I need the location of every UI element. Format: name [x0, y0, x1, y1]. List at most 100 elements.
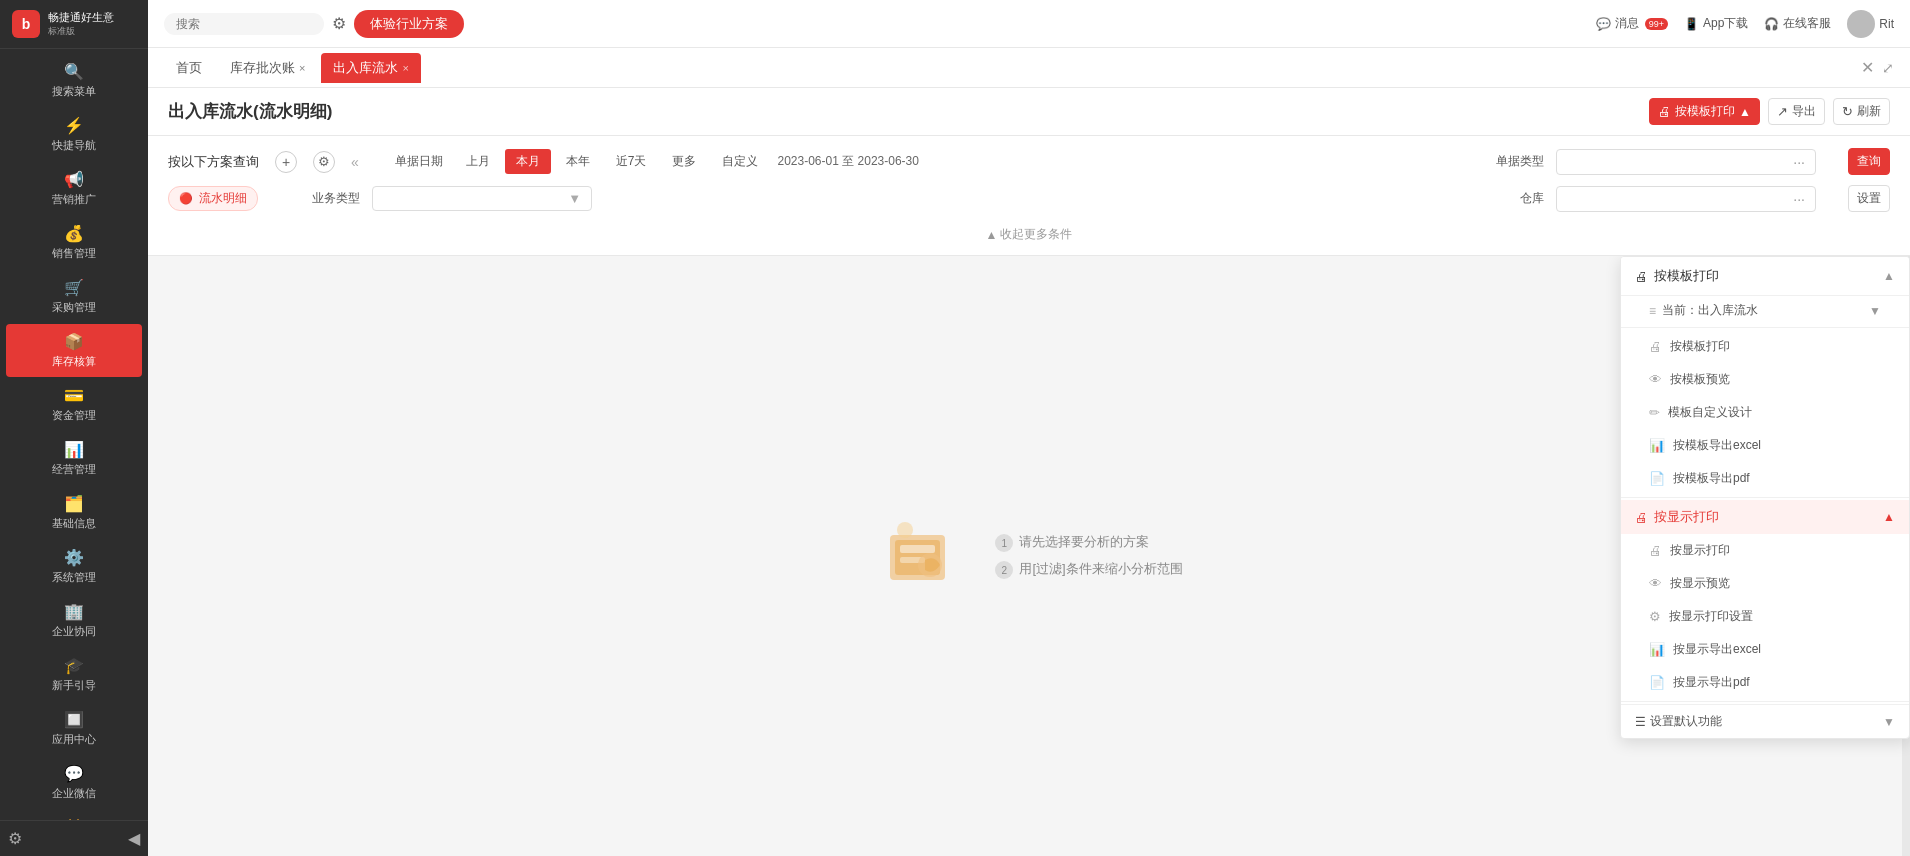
tabs-close-all-icon[interactable]: ✕: [1861, 58, 1874, 77]
dropdown-item-template-preview[interactable]: 👁 按模板预览: [1621, 363, 1909, 396]
gear-icon[interactable]: ⚙: [332, 14, 346, 33]
sidebar-item-enterprise[interactable]: 🏢 企业协同: [6, 594, 142, 647]
sidebar-item-quick-nav[interactable]: ⚡ 快捷导航: [6, 108, 142, 161]
warehouse-select[interactable]: ···: [1556, 186, 1816, 212]
sidebar-item-vip[interactable]: 👑 畅会员: [6, 810, 142, 820]
inventory-icon: 📦: [64, 332, 84, 351]
filter-add-button[interactable]: +: [275, 151, 297, 173]
template-print-button[interactable]: 🖨 按模板打印 ▲: [1649, 98, 1760, 125]
sidebar-item-guide[interactable]: 🎓 新手引导: [6, 648, 142, 701]
template-preview-item-label: 按模板预览: [1670, 371, 1730, 388]
sidebar-item-search[interactable]: 🔍 搜索菜单: [6, 54, 142, 107]
empty-state: 1 请先选择要分析的方案 2 用[过滤]条件来缩小分析范围: [995, 533, 1182, 579]
print-icon-header: 🖨: [1635, 269, 1648, 284]
app-download-button[interactable]: 📱 App下载: [1684, 15, 1748, 32]
collapse-icon[interactable]: ◀: [128, 829, 140, 848]
export-button[interactable]: ↗ 导出: [1768, 98, 1825, 125]
design-icon: ✏: [1649, 405, 1660, 420]
filter-settings-button[interactable]: ⚙: [313, 151, 335, 173]
tab-flow-detail-close[interactable]: ×: [402, 62, 408, 74]
topbar-search-wrap[interactable]: [164, 13, 324, 35]
export-icon: ↗: [1777, 104, 1788, 119]
sidebar-item-finance[interactable]: 💳 资金管理: [6, 378, 142, 431]
chevron-up-small-icon: ▲: [986, 228, 998, 242]
current-icon: ≡: [1649, 304, 1656, 318]
date-tag-last-month[interactable]: 上月: [455, 149, 501, 174]
tab-home-label: 首页: [176, 59, 202, 77]
trial-button[interactable]: 体验行业方案: [354, 10, 464, 38]
display-section-header[interactable]: 🖨 按显示打印 ▲: [1621, 500, 1909, 534]
set-default-button[interactable]: ☰ 设置默认功能: [1635, 713, 1722, 730]
dropdown-item-template-export-pdf[interactable]: 📄 按模板导出pdf: [1621, 462, 1909, 495]
sidebar-item-label: 营销推广: [52, 192, 96, 207]
date-tag-custom[interactable]: 自定义: [711, 149, 769, 174]
date-controls: 上月 本月 本年 近7天 更多 自定义 2023-06-01 至 2023-06…: [455, 149, 919, 174]
date-tag-more[interactable]: 更多: [661, 149, 707, 174]
footer-chevron-icon[interactable]: ▼: [1883, 715, 1895, 729]
export-label: 导出: [1792, 103, 1816, 120]
display-section-title: 🖨 按显示打印: [1635, 508, 1719, 526]
display-print-icon: 🖨: [1635, 510, 1648, 525]
message-button[interactable]: 💬 消息 99+: [1596, 15, 1668, 32]
sidebar-item-apps[interactable]: 🔲 应用中心: [6, 702, 142, 755]
sidebar-item-basic[interactable]: 🗂️ 基础信息: [6, 486, 142, 539]
sidebar-item-marketing[interactable]: 📢 营销推广: [6, 162, 142, 215]
sidebar-item-purchase[interactable]: 🛒 采购管理: [6, 270, 142, 323]
filter-main-label: 按以下方案查询: [168, 153, 259, 171]
topbar-left: ⚙ 体验行业方案: [164, 10, 1584, 38]
tabs-expand-icon[interactable]: ⤢: [1882, 60, 1894, 76]
hint-num-1: 1: [995, 534, 1013, 552]
doc-type-select[interactable]: ···: [1556, 149, 1816, 175]
dropdown-item-template-custom[interactable]: ✏ 模板自定义设计: [1621, 396, 1909, 429]
date-tag-current-year[interactable]: 本年: [555, 149, 601, 174]
sidebar-item-label: 库存核算: [52, 354, 96, 369]
tab-batch-account[interactable]: 库存批次账 ×: [218, 53, 317, 83]
tab-home[interactable]: 首页: [164, 53, 214, 83]
query-button[interactable]: 查询: [1848, 148, 1890, 175]
printer-icon-2: 🖨: [1649, 543, 1662, 558]
business-type-select[interactable]: ▼: [372, 186, 592, 211]
sidebar: b 畅捷通好生意 标准版 🔍 搜索菜单 ⚡ 快捷导航 📢 营销推广 💰 销售管理…: [0, 0, 148, 856]
dropdown-item-display-export-pdf[interactable]: 📄 按显示导出pdf: [1621, 666, 1909, 699]
dropdown-item-display-export-excel[interactable]: 📊 按显示导出excel: [1621, 633, 1909, 666]
customer-service-label: 在线客服: [1783, 15, 1831, 32]
set-default-label: 设置默认功能: [1650, 713, 1722, 730]
sidebar-item-operations[interactable]: 📊 经营管理: [6, 432, 142, 485]
topbar: ⚙ 体验行业方案 💬 消息 99+ 📱 App下载 🎧 在线客服 Rit: [148, 0, 1910, 48]
refresh-icon: ↻: [1842, 104, 1853, 119]
search-input[interactable]: [176, 17, 296, 31]
tab-batch-account-close[interactable]: ×: [299, 62, 305, 74]
dropdown-collapse-icon[interactable]: ▲: [1883, 269, 1895, 283]
template-print-label: 按模板打印: [1675, 103, 1735, 120]
tab-flow-detail[interactable]: 出入库流水 ×: [321, 53, 420, 83]
dropdown-item-display-preview[interactable]: 👁 按显示预览: [1621, 567, 1909, 600]
user-avatar-area[interactable]: Rit: [1847, 10, 1894, 38]
sidebar-item-label: 企业微信: [52, 786, 96, 801]
active-filter-tag: 🔴 流水明细: [168, 186, 258, 211]
sidebar-item-wechat[interactable]: 💬 企业微信: [6, 756, 142, 809]
tab-flow-detail-label: 出入库流水: [333, 59, 398, 77]
refresh-button[interactable]: ↻ 刷新: [1833, 98, 1890, 125]
message-badge: 99+: [1645, 18, 1668, 30]
default-icon: ☰: [1635, 715, 1646, 729]
printer-icon-1: 🖨: [1649, 339, 1662, 354]
customer-service-button[interactable]: 🎧 在线客服: [1764, 15, 1831, 32]
dropdown-item-template-print[interactable]: 🖨 按模板打印: [1621, 330, 1909, 363]
sidebar-item-label: 企业协同: [52, 624, 96, 639]
settings-icon[interactable]: ⚙: [8, 829, 22, 848]
date-tag-current-month[interactable]: 本月: [505, 149, 551, 174]
settings-button[interactable]: 设置: [1848, 185, 1890, 212]
sidebar-item-system[interactable]: ⚙️ 系统管理: [6, 540, 142, 593]
date-tag-last-7-days[interactable]: 近7天: [605, 149, 658, 174]
sidebar-item-inventory[interactable]: 📦 库存核算: [6, 324, 142, 377]
sidebar-nav: 🔍 搜索菜单 ⚡ 快捷导航 📢 营销推广 💰 销售管理 🛒 采购管理 📦 库存核…: [0, 49, 148, 820]
dropdown-item-template-export-excel[interactable]: 📊 按模板导出excel: [1621, 429, 1909, 462]
dropdown-item-display-print-settings[interactable]: ⚙ 按显示打印设置: [1621, 600, 1909, 633]
display-print-label: 按显示打印: [1670, 542, 1730, 559]
collapse-button[interactable]: ▲ 收起更多条件: [986, 226, 1073, 243]
sidebar-item-sales[interactable]: 💰 销售管理: [6, 216, 142, 269]
current-chevron-icon[interactable]: ▼: [1869, 304, 1881, 318]
guide-icon: 🎓: [64, 656, 84, 675]
dropdown-item-display-print[interactable]: 🖨 按显示打印: [1621, 534, 1909, 567]
dropdown-current-selection: ≡ 当前：出入库流水 ▼: [1621, 296, 1909, 325]
